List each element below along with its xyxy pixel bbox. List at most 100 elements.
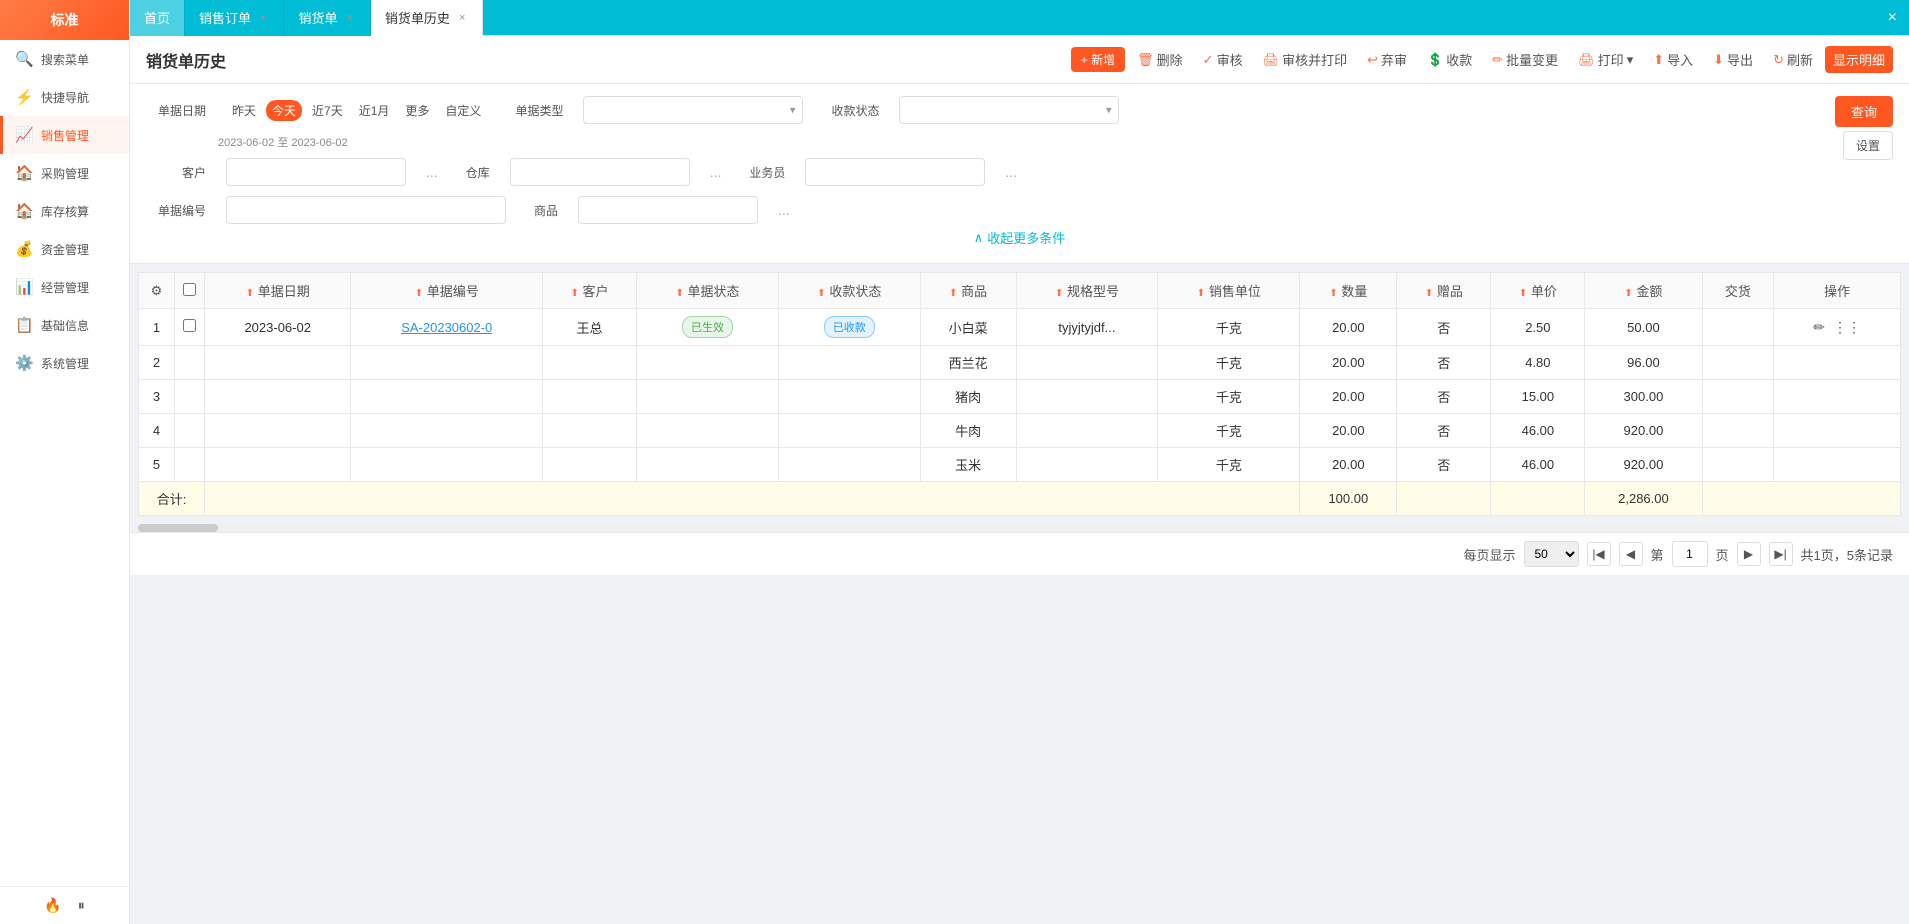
prev-page-btn[interactable]: ◀ <box>1619 542 1643 566</box>
sidebar-item-inventory[interactable]: 🏠 库存核算 <box>0 192 129 230</box>
row-checkbox[interactable] <box>175 346 205 380</box>
row-delivery <box>1702 380 1774 414</box>
sidebar-item-quicknav[interactable]: ⚡ 快捷导航 <box>0 78 129 116</box>
last-page-btn[interactable]: ▶| <box>1769 542 1793 566</box>
col-checkbox[interactable] <box>175 273 205 309</box>
row-checkbox[interactable] <box>175 448 205 482</box>
audit-print-button[interactable]: 🖨 审核并打印 <box>1255 46 1356 73</box>
next-page-btn[interactable]: ▶ <box>1737 542 1761 566</box>
customer-input[interactable] <box>226 158 406 186</box>
new-button[interactable]: + 新增 <box>1071 47 1125 72</box>
sidebar-item-finance[interactable]: 💰 资金管理 <box>0 230 129 268</box>
sales-rep-input[interactable] <box>805 158 985 186</box>
collapse-btn[interactable]: ∧ 收起更多条件 <box>970 224 1070 251</box>
import-button[interactable]: ⬆ 导入 <box>1645 46 1701 73</box>
goods-input[interactable] <box>578 196 758 224</box>
sidebar-item-sales[interactable]: 📈 销售管理 <box>0 116 129 154</box>
sidebar-bottom-btn1[interactable]: 🔥 <box>40 895 65 916</box>
col-doc-status[interactable]: ⬆ 单据状态 <box>637 273 779 309</box>
page-input[interactable]: 1 <box>1672 541 1708 567</box>
col-unit[interactable]: ⬆ 销售单位 <box>1158 273 1300 309</box>
row-goods: 小白菜 <box>920 309 1016 346</box>
row-checkbox[interactable] <box>175 380 205 414</box>
summary-total-qty: 100.00 <box>1300 482 1397 516</box>
row-customer <box>543 380 637 414</box>
operations-icon: 📊 <box>15 278 33 296</box>
tab-home[interactable]: 首页 <box>130 0 185 36</box>
refresh-button[interactable]: ↻ 刷新 <box>1765 46 1821 73</box>
col-amount[interactable]: ⬆ 金额 <box>1585 273 1702 309</box>
finance-icon: 💰 <box>15 240 33 258</box>
tab-sales-history-close[interactable]: × <box>456 11 468 25</box>
row-gift: 否 <box>1397 414 1491 448</box>
sales-rep-filter-label: 业务员 <box>749 164 785 181</box>
sales-rep-dots[interactable]: ... <box>1005 164 1017 180</box>
payment-status-select[interactable] <box>899 96 1119 124</box>
tab-bar-close[interactable]: × <box>1876 9 1909 27</box>
date-shortcut-7days[interactable]: 近7天 <box>306 100 349 121</box>
inventory-icon: 🏠 <box>15 202 33 220</box>
date-shortcut-1month[interactable]: 近1月 <box>353 100 396 121</box>
date-shortcut-today[interactable]: 今天 <box>266 100 302 121</box>
doc-no-input[interactable] <box>226 196 506 224</box>
tab-sales-history[interactable]: 销货单历史 × <box>371 0 483 36</box>
row-checkbox[interactable] <box>175 309 205 346</box>
date-shortcut-yesterday[interactable]: 昨天 <box>226 100 262 121</box>
first-page-btn[interactable]: |◀ <box>1587 542 1611 566</box>
query-button[interactable]: 查询 <box>1835 96 1893 127</box>
col-customer[interactable]: ⬆ 客户 <box>543 273 637 309</box>
per-page-select[interactable]: 50 100 200 <box>1524 541 1579 567</box>
row-select-checkbox[interactable] <box>183 319 196 332</box>
col-spec[interactable]: ⬆ 规格型号 <box>1016 273 1158 309</box>
row-goods: 玉米 <box>920 448 1016 482</box>
more-action-btn[interactable]: ⋮⋮ <box>1829 317 1865 338</box>
warehouse-filter-label: 仓库 <box>466 164 490 181</box>
col-qty[interactable]: ⬆ 数量 <box>1300 273 1397 309</box>
date-shortcut-custom[interactable]: 自定义 <box>439 100 487 121</box>
batch-change-button[interactable]: ✏ 批量变更 <box>1484 46 1566 73</box>
discard-button[interactable]: ↩ 弃审 <box>1359 46 1415 73</box>
sidebar-item-purchase[interactable]: 🏠 采购管理 <box>0 154 129 192</box>
date-shortcut-more[interactable]: 更多 <box>399 100 435 121</box>
collect-button[interactable]: 💲 收款 <box>1419 46 1480 73</box>
tab-sales-order[interactable]: 销售订单 × <box>185 0 284 36</box>
col-payment-status[interactable]: ⬆ 收款状态 <box>778 273 920 309</box>
date-shortcuts: 昨天 今天 近7天 近1月 更多 自定义 <box>226 100 487 121</box>
col-date[interactable]: ⬆ 单据日期 <box>205 273 351 309</box>
tab-sales-delivery-close[interactable]: × <box>343 11 355 25</box>
sidebar-bottom-btn2[interactable]: ⏸ <box>74 895 89 916</box>
horizontal-scrollbar[interactable] <box>138 524 1901 532</box>
customer-dots[interactable]: ... <box>426 164 438 180</box>
col-price[interactable]: ⬆ 单价 <box>1491 273 1585 309</box>
show-detail-button[interactable]: 显示明细 <box>1825 46 1893 73</box>
edit-action-btn[interactable]: ✏ <box>1809 317 1829 338</box>
export-button[interactable]: ⬇ 导出 <box>1705 46 1761 73</box>
sidebar-item-system[interactable]: ⚙️ 系统管理 <box>0 344 129 382</box>
delete-button[interactable]: 🗑 删除 <box>1129 46 1191 73</box>
select-all-checkbox[interactable] <box>183 283 196 296</box>
delete-label: 删除 <box>1157 50 1183 69</box>
sidebar-item-basic-info[interactable]: 📋 基础信息 <box>0 306 129 344</box>
row-checkbox[interactable] <box>175 414 205 448</box>
audit-button[interactable]: ✓ 审核 <box>1195 46 1251 73</box>
col-date-label: 单据日期 <box>258 284 310 299</box>
warehouse-dots[interactable]: ... <box>710 164 722 180</box>
tab-sales-order-close[interactable]: × <box>257 11 269 25</box>
tab-sales-delivery[interactable]: 销货单 × <box>284 0 370 36</box>
row-customer: 王总 <box>543 309 637 346</box>
col-setting[interactable]: ⚙ <box>139 273 175 309</box>
doc-type-select[interactable] <box>583 96 803 124</box>
goods-dots[interactable]: ... <box>778 202 790 218</box>
warehouse-input[interactable] <box>510 158 690 186</box>
col-gift[interactable]: ⬆ 赠品 <box>1397 273 1491 309</box>
sidebar-item-search[interactable]: 🔍 搜索菜单 <box>0 40 129 78</box>
sidebar-item-operations[interactable]: 📊 经营管理 <box>0 268 129 306</box>
data-table: ⚙ ⬆ 单据日期 ⬆ 单据编号 ⬆ 客户 ⬆ 单据状态 ⬆ 收款状态 ⬆ 商品 … <box>138 272 1901 516</box>
doc-no-link[interactable]: SA-20230602-0 <box>401 320 492 335</box>
col-goods[interactable]: ⬆ 商品 <box>920 273 1016 309</box>
settings-button[interactable]: 设置 <box>1843 131 1893 160</box>
print-label: 打印 <box>1598 50 1624 69</box>
col-doc-no[interactable]: ⬆ 单据编号 <box>351 273 543 309</box>
print-button[interactable]: 🖨 打印 ▾ <box>1570 46 1641 73</box>
row-qty: 20.00 <box>1300 414 1397 448</box>
